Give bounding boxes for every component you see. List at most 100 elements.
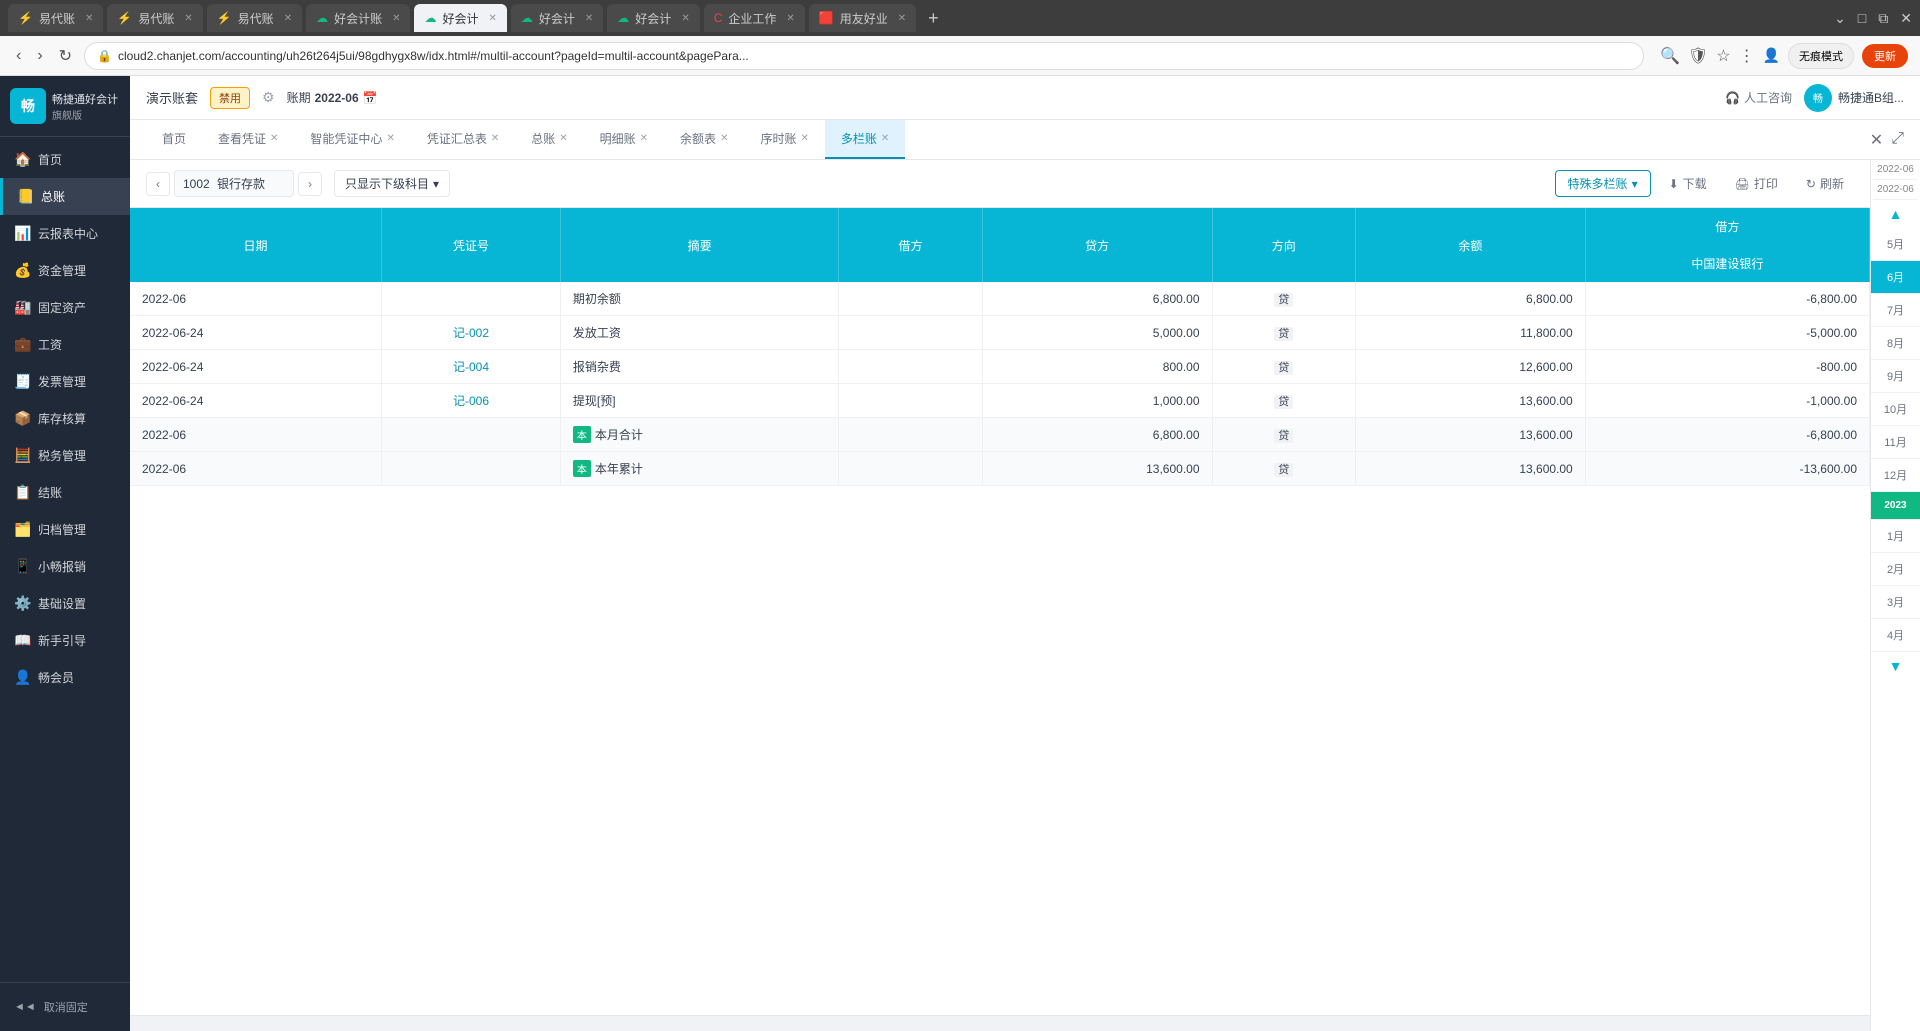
month-item-7[interactable]: 7月 — [1871, 294, 1920, 327]
close-tab-smart-voucher[interactable]: ✕ — [386, 133, 394, 144]
close-tab-general-ledger[interactable]: ✕ — [559, 133, 567, 144]
tab-voucher-summary[interactable]: 凭证汇总表 ✕ — [411, 120, 515, 159]
tab-general-ledger[interactable]: 总账 ✕ — [515, 120, 583, 159]
search-icon[interactable]: 🔍 — [1660, 46, 1680, 66]
month-item-8[interactable]: 8月 — [1871, 327, 1920, 360]
refresh-button-ledger[interactable]: ↻ 刷新 — [1796, 170, 1854, 197]
privacy-icon[interactable]: 🛡 — [1688, 46, 1708, 66]
settings-icon: ⚙️ — [14, 595, 30, 612]
close-tab-7[interactable]: ✕ — [681, 13, 689, 24]
collapse-tabs-icon[interactable]: ✕ — [1870, 130, 1883, 150]
sidebar-item-home[interactable]: 🏠 首页 — [0, 141, 130, 178]
tab-smart-voucher[interactable]: 智能凭证中心 ✕ — [294, 120, 410, 159]
browser-tab-4[interactable]: ☁ 好会计账 ✕ — [306, 4, 410, 32]
sidebar-item-payroll[interactable]: 💼 工资 — [0, 326, 130, 363]
stealth-mode-button[interactable]: 无痕模式 — [1788, 43, 1854, 69]
unpin-button[interactable]: ◄◄ 取消固定 — [14, 991, 116, 1023]
month-item-10[interactable]: 10月 — [1871, 393, 1920, 426]
scroll-down-button[interactable]: ▼ — [1871, 652, 1920, 680]
close-tab-9[interactable]: ✕ — [898, 13, 906, 24]
month-item-4[interactable]: 4月 — [1871, 619, 1920, 652]
bookmark-icon[interactable]: ☆ — [1716, 46, 1730, 66]
sidebar-item-assets[interactable]: 🏭 固定资产 — [0, 289, 130, 326]
month-item-6[interactable]: 6月 — [1871, 261, 1920, 294]
voucher-link-002[interactable]: 记-002 — [453, 326, 489, 340]
tab-detail-ledger[interactable]: 明细账 ✕ — [584, 120, 664, 159]
sidebar-item-archive[interactable]: 🗂️ 归档管理 — [0, 511, 130, 548]
sidebar-item-member[interactable]: 👤 畅会员 — [0, 659, 130, 696]
close-tab-voucher-summary[interactable]: ✕ — [491, 133, 499, 144]
tab-multi-column[interactable]: 多栏账 ✕ — [825, 120, 905, 159]
user-info[interactable]: 畅 畅捷通B组... — [1804, 84, 1904, 112]
sidebar-item-ledger[interactable]: 📒 总账 — [0, 178, 130, 215]
tab-sequence[interactable]: 序时账 ✕ — [744, 120, 824, 159]
forward-button[interactable]: › — [33, 43, 46, 69]
browser-tab-9[interactable]: 🟥 用友好业 ✕ — [809, 4, 916, 32]
tab-home[interactable]: 首页 — [146, 120, 202, 159]
consultation-button[interactable]: 🎧 人工咨询 — [1725, 89, 1792, 106]
next-account-button[interactable]: › — [298, 172, 322, 196]
close-tab-sequence[interactable]: ✕ — [800, 133, 808, 144]
close-tab-view-voucher[interactable]: ✕ — [270, 133, 278, 144]
close-tab-multi-column[interactable]: ✕ — [881, 133, 889, 144]
horizontal-scrollbar[interactable] — [130, 1015, 1870, 1031]
close-tab-2[interactable]: ✕ — [184, 13, 192, 24]
sidebar-item-tax[interactable]: 🧮 税务管理 — [0, 437, 130, 474]
close-window-icon[interactable]: ✕ — [1900, 10, 1912, 27]
close-tab-detail-ledger[interactable]: ✕ — [640, 133, 648, 144]
url-input[interactable]: 🔒 cloud2.chanjet.com/accounting/uh26t264… — [84, 42, 1644, 70]
close-tab-8[interactable]: ✕ — [786, 13, 794, 24]
prev-account-button[interactable]: ‹ — [146, 172, 170, 196]
close-tab-4[interactable]: ✕ — [392, 13, 400, 24]
browser-tab-6[interactable]: ☁ 好会计 ✕ — [511, 4, 603, 32]
close-tab-5[interactable]: ✕ — [489, 13, 497, 24]
print-button[interactable]: 🖨 打印 — [1725, 170, 1788, 197]
calendar-icon[interactable]: 📅 — [363, 91, 378, 105]
sidebar-item-inventory[interactable]: 📦 库存核算 — [0, 400, 130, 437]
refresh-button[interactable]: ↻ — [55, 42, 76, 70]
close-tab-balance[interactable]: ✕ — [720, 133, 728, 144]
window-maximize-icon[interactable]: ⧉ — [1878, 10, 1888, 27]
sidebar-item-reports[interactable]: 📊 云报表中心 — [0, 215, 130, 252]
tab-balance[interactable]: 余额表 ✕ — [664, 120, 744, 159]
filter-dropdown[interactable]: 只显示下级科目 ▾ — [334, 170, 450, 197]
close-tab-1[interactable]: ✕ — [85, 13, 93, 24]
month-item-1[interactable]: 1月 — [1871, 520, 1920, 553]
update-button[interactable]: 更新 — [1862, 44, 1908, 68]
month-item-9[interactable]: 9月 — [1871, 360, 1920, 393]
sidebar-item-settings[interactable]: ⚙️ 基础设置 — [0, 585, 130, 622]
settings-gear-icon[interactable]: ⚙ — [262, 89, 275, 106]
close-tab-3[interactable]: ✕ — [284, 13, 292, 24]
browser-tab-7[interactable]: ☁ 好会计 ✕ — [607, 4, 699, 32]
back-button[interactable]: ‹ — [12, 43, 25, 69]
user-avatar-browser[interactable]: 👤 — [1763, 47, 1780, 64]
sidebar-item-guide[interactable]: 📖 新手引导 — [0, 622, 130, 659]
expand-tabs-icon[interactable]: ⤢ — [1891, 130, 1904, 150]
tab-view-voucher[interactable]: 查看凭证 ✕ — [202, 120, 294, 159]
new-tab-button[interactable]: + — [920, 8, 947, 29]
close-tab-6[interactable]: ✕ — [585, 13, 593, 24]
sidebar-item-close[interactable]: 📋 结账 — [0, 474, 130, 511]
browser-tab-8[interactable]: C 企业工作 ✕ — [704, 4, 805, 32]
sidebar-label-tax: 税务管理 — [38, 447, 86, 464]
scroll-up-button[interactable]: ▲ — [1871, 200, 1920, 228]
browser-tab-5[interactable]: ☁ 好会计 ✕ — [414, 4, 506, 32]
special-ledger-button[interactable]: 特殊多栏账 ▾ — [1555, 170, 1651, 197]
month-item-11[interactable]: 11月 — [1871, 426, 1920, 459]
browser-menu-icon[interactable]: ⋮ — [1739, 46, 1755, 66]
sidebar-item-expense[interactable]: 📱 小畅报销 — [0, 548, 130, 585]
minimize-icon[interactable]: ⌄ — [1834, 10, 1846, 27]
month-item-3[interactable]: 3月 — [1871, 586, 1920, 619]
voucher-link-004[interactable]: 记-004 — [453, 360, 489, 374]
download-button[interactable]: ⬇ 下载 — [1659, 170, 1717, 197]
browser-tab-1[interactable]: ⚡ 易代账 ✕ — [8, 4, 103, 32]
month-item-5[interactable]: 5月 — [1871, 228, 1920, 261]
voucher-link-006[interactable]: 记-006 — [453, 394, 489, 408]
sidebar-item-finance[interactable]: 💰 资金管理 — [0, 252, 130, 289]
month-item-12[interactable]: 12月 — [1871, 459, 1920, 492]
browser-tab-2[interactable]: ⚡ 易代账 ✕ — [107, 4, 202, 32]
browser-tab-3[interactable]: ⚡ 易代账 ✕ — [207, 4, 302, 32]
maximize-icon[interactable]: □ — [1858, 10, 1866, 27]
month-item-2[interactable]: 2月 — [1871, 553, 1920, 586]
sidebar-item-invoice[interactable]: 🧾 发票管理 — [0, 363, 130, 400]
